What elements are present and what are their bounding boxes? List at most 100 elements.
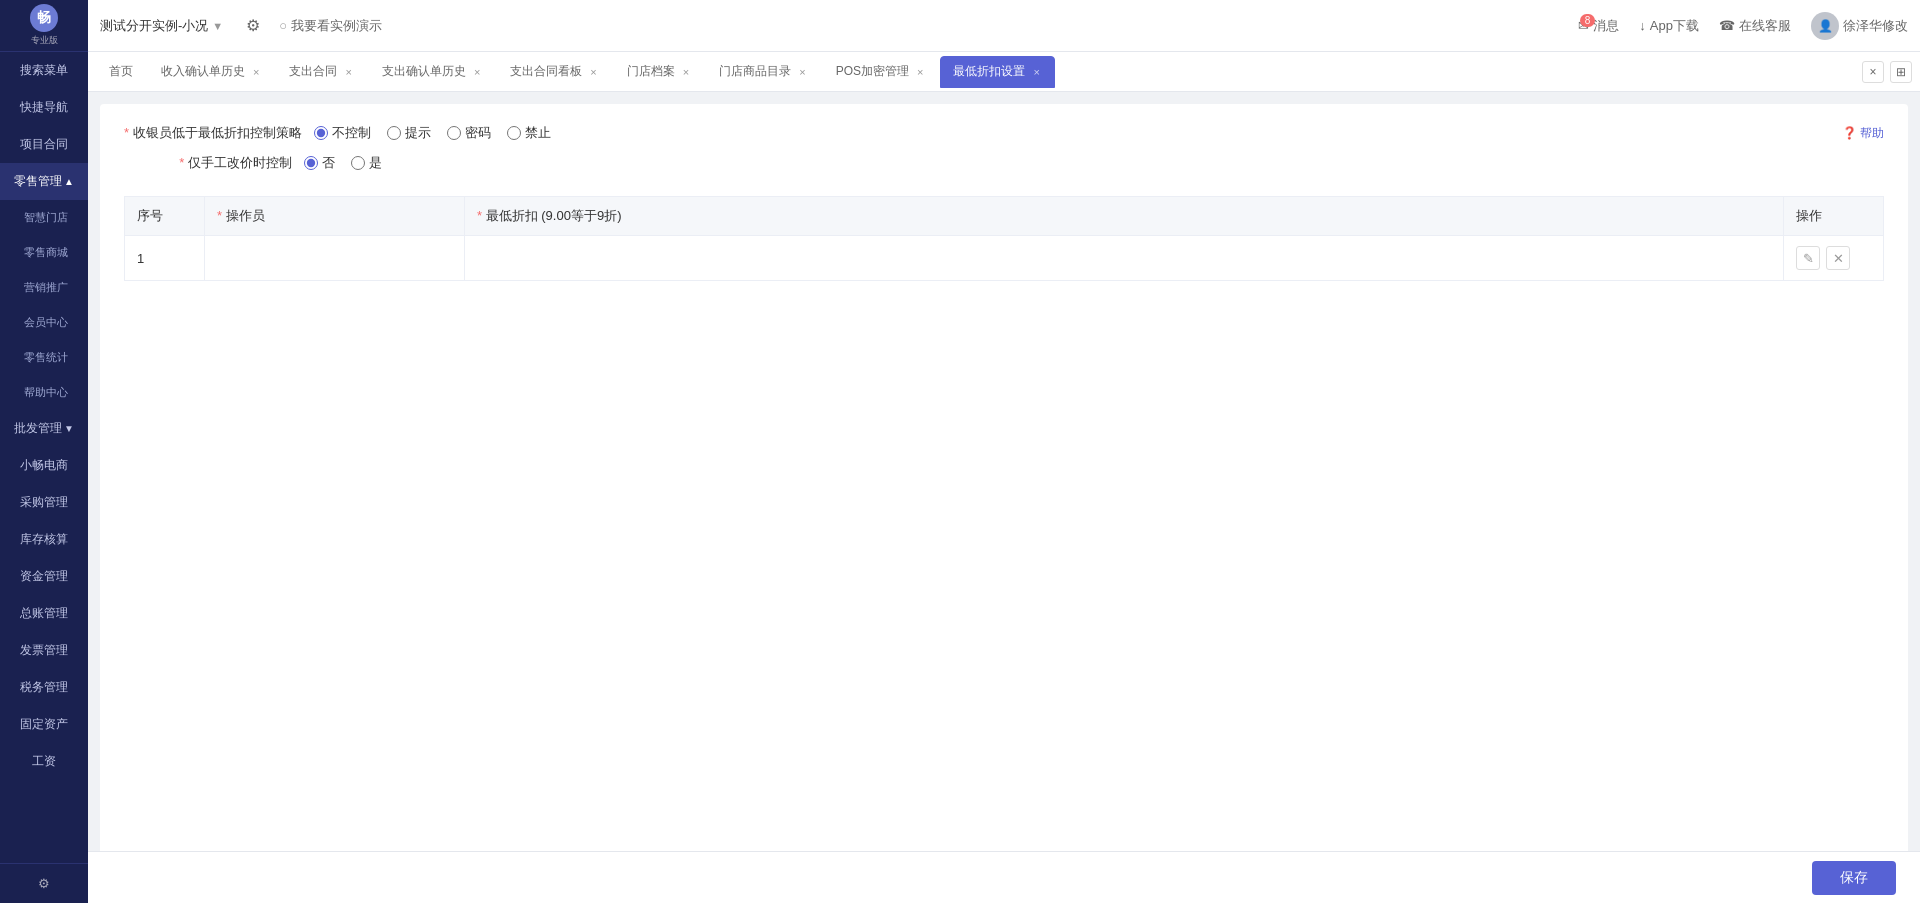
radio-no[interactable] [304, 156, 318, 170]
tab-home[interactable]: 首页 [96, 56, 146, 88]
sidebar-item-member-center[interactable]: 会员中心 [0, 305, 88, 340]
tab-payment-kanban[interactable]: 支出合同看板 × [497, 56, 611, 88]
help-button[interactable]: ❓ 帮助 [1842, 125, 1884, 142]
delete-icon: ✕ [1833, 251, 1844, 266]
sidebar-item-retail-mgmt[interactable]: 零售管理 ▲ [0, 163, 88, 200]
sidebar-item-tax-mgmt[interactable]: 税务管理 [0, 669, 88, 706]
sidebar-item-smart-store[interactable]: 智慧门店 [0, 200, 88, 235]
sidebar-item-fixed-assets[interactable]: 固定资产 [0, 706, 88, 743]
tab-min-discount-settings[interactable]: 最低折扣设置 × [940, 56, 1054, 88]
demo-link[interactable]: ○ 我要看实例演示 [279, 17, 382, 35]
settings-icon: ⚙ [38, 876, 50, 891]
sidebar-settings[interactable]: ⚙ [0, 863, 88, 903]
tab-store-product-catalog[interactable]: 门店商品目录 × [706, 56, 820, 88]
radio-yes[interactable] [351, 156, 365, 170]
required-mark: * [179, 155, 188, 170]
sidebar-item-purchase-mgmt[interactable]: 采购管理 [0, 484, 88, 521]
tab-close-icon[interactable]: × [588, 65, 598, 79]
tab-income-confirm-history[interactable]: 收入确认单历史 × [148, 56, 274, 88]
sidebar-item-ledger-mgmt[interactable]: 总账管理 [0, 595, 88, 632]
tab-pos-password-mgmt[interactable]: POS加密管理 × [823, 56, 939, 88]
app-edition: 专业版 [31, 34, 58, 47]
topbar-settings-button[interactable]: ⚙ [239, 12, 267, 40]
sidebar-item-ecommerce[interactable]: 小畅电商 [0, 447, 88, 484]
sidebar-item-batch-mgmt[interactable]: 批发管理 ▼ [0, 410, 88, 447]
option-yes[interactable]: 是 [351, 154, 382, 172]
col-header-seq: 序号 [125, 197, 205, 236]
tab-close-icon[interactable]: × [343, 65, 353, 79]
tab-close-icon[interactable]: × [472, 65, 482, 79]
sidebar-item-project-contract[interactable]: 项目合同 [0, 126, 88, 163]
radio-remind[interactable] [387, 126, 401, 140]
discount-policy-options: 不控制 提示 密码 禁止 [314, 124, 551, 142]
dropdown-arrow-icon: ▼ [212, 20, 223, 32]
tab-payment-contract[interactable]: 支出合同 × [276, 56, 366, 88]
manual-price-options: 否 是 [304, 154, 382, 172]
sidebar-item-inventory[interactable]: 库存核算 [0, 521, 88, 558]
project-selector[interactable]: 测试分开实例-小况 ▼ [100, 17, 223, 35]
sidebar-item-retail-mall[interactable]: 零售商城 [0, 235, 88, 270]
sidebar-item-invoice-mgmt[interactable]: 发票管理 [0, 632, 88, 669]
main-content: * 收银员低于最低折扣控制策略 不控制 提示 密码 禁止 [88, 92, 1920, 903]
sidebar-item-marketing[interactable]: 营销推广 [0, 270, 88, 305]
cell-action: ✎ ✕ [1784, 236, 1884, 281]
tabbar-actions: × ⊞ [1862, 61, 1912, 83]
radio-no-control[interactable] [314, 126, 328, 140]
cell-min-discount [465, 236, 1784, 281]
option-remind[interactable]: 提示 [387, 124, 431, 142]
option-no-control[interactable]: 不控制 [314, 124, 371, 142]
table-container: 序号 * 操作员 * 最低折扣 (9.00等于9折) 操作 [124, 184, 1884, 281]
app-download-button[interactable]: ↓ App下载 [1639, 17, 1699, 35]
tab-close-icon[interactable]: × [915, 65, 925, 79]
message-badge: 8 [1580, 14, 1596, 27]
option-no[interactable]: 否 [304, 154, 335, 172]
topbar: 测试分开实例-小况 ▼ ⚙ ○ 我要看实例演示 ✉ 8 消息 ↓ App下载 ☎… [88, 0, 1920, 52]
gear-icon: ⚙ [246, 16, 260, 35]
tab-store-archive[interactable]: 门店档案 × [614, 56, 704, 88]
message-button[interactable]: ✉ 8 消息 [1578, 17, 1619, 35]
cell-operator [205, 236, 465, 281]
save-button[interactable]: 保存 [1812, 861, 1896, 895]
avatar-icon: 👤 [1818, 19, 1833, 33]
radio-password[interactable] [447, 126, 461, 140]
tab-close-icon[interactable]: × [251, 65, 261, 79]
download-icon: ↓ [1639, 18, 1646, 33]
circle-icon: ○ [279, 18, 287, 33]
user-menu[interactable]: 👤 徐泽华修改 [1811, 12, 1908, 40]
logo-icon: 畅 [30, 4, 58, 32]
row-edit-button[interactable]: ✎ [1796, 246, 1820, 270]
tab-close-icon[interactable]: × [797, 65, 807, 79]
question-icon: ❓ [1842, 126, 1857, 140]
chevron-down-icon: ▼ [64, 423, 74, 434]
col-header-operator: * 操作员 [205, 197, 465, 236]
sidebar-item-capital-mgmt[interactable]: 资金管理 [0, 558, 88, 595]
tab-close-icon[interactable]: × [1031, 65, 1041, 79]
project-name: 测试分开实例-小况 [100, 17, 208, 35]
tabbar: 首页 收入确认单历史 × 支出合同 × 支出确认单历史 × 支出合同看板 × 门… [88, 52, 1920, 92]
sidebar-item-quick-nav[interactable]: 快捷导航 [0, 89, 88, 126]
app-logo: 畅 专业版 [0, 0, 88, 52]
row-delete-button[interactable]: ✕ [1826, 246, 1850, 270]
avatar: 👤 [1811, 12, 1839, 40]
option-password[interactable]: 密码 [447, 124, 491, 142]
content-card: * 收银员低于最低折扣控制策略 不控制 提示 密码 禁止 [100, 104, 1908, 867]
sidebar-item-retail-stats[interactable]: 零售统计 [0, 340, 88, 375]
online-service-button[interactable]: ☎ 在线客服 [1719, 17, 1791, 35]
edit-icon: ✎ [1803, 251, 1814, 266]
option-forbid[interactable]: 禁止 [507, 124, 551, 142]
tab-payment-confirm-history[interactable]: 支出确认单历史 × [369, 56, 495, 88]
discount-policy-label: * 收银员低于最低折扣控制策略 [124, 124, 314, 142]
tab-close-icon[interactable]: × [681, 65, 691, 79]
discount-table: 序号 * 操作员 * 最低折扣 (9.00等于9折) 操作 [124, 196, 1884, 281]
cell-seq: 1 [125, 236, 205, 281]
radio-forbid[interactable] [507, 126, 521, 140]
discount-policy-row: * 收银员低于最低折扣控制策略 不控制 提示 密码 禁止 [124, 124, 1884, 142]
sidebar-item-help-center[interactable]: 帮助中心 [0, 375, 88, 410]
tab-more-button[interactable]: ⊞ [1890, 61, 1912, 83]
sidebar-item-payroll[interactable]: 工资 [0, 743, 88, 780]
table-row: 1 ✎ ✕ [125, 236, 1884, 281]
close-tab-button[interactable]: × [1862, 61, 1884, 83]
sidebar-item-search[interactable]: 搜索菜单 [0, 52, 88, 89]
col-header-action: 操作 [1784, 197, 1884, 236]
headset-icon: ☎ [1719, 18, 1735, 33]
